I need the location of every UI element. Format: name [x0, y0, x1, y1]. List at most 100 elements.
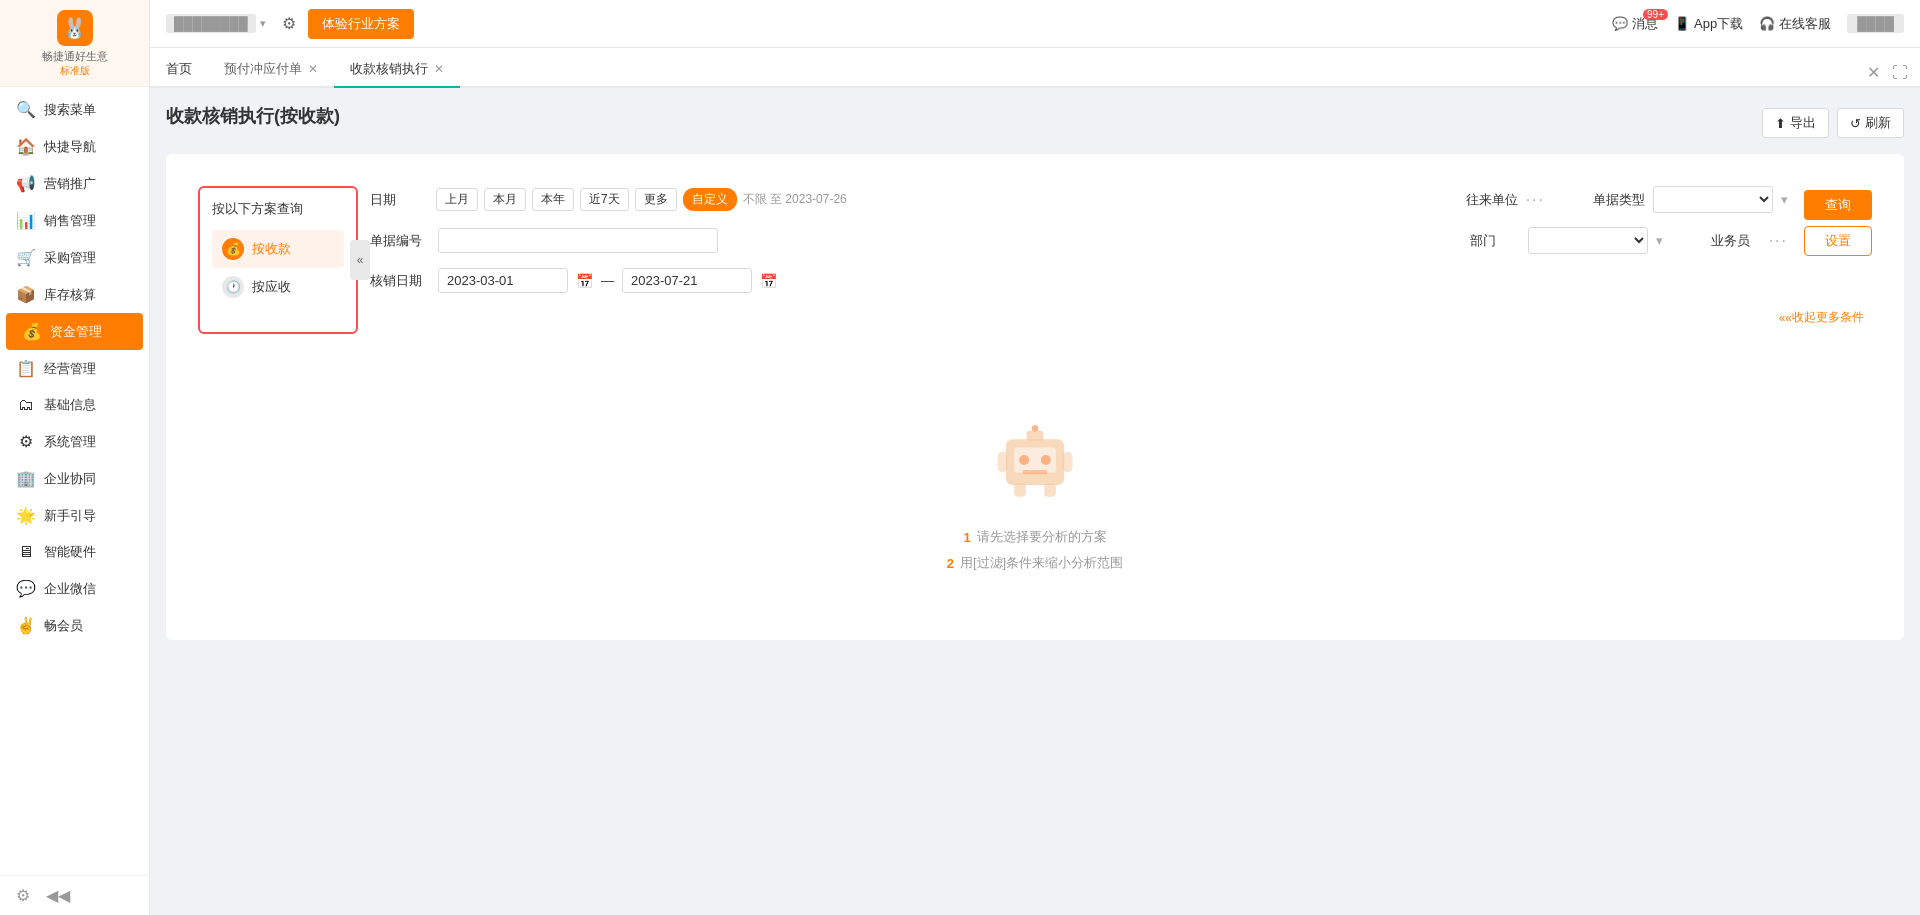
sidebar-item-label: 采购管理: [44, 249, 96, 267]
sidebar-item-wechat[interactable]: 💬 企业微信: [0, 570, 149, 607]
svg-point-6: [1032, 425, 1039, 432]
sidebar-menu: 🔍 搜索菜单 🏠 快捷导航 📢 营销推广 📊 销售管理 🛒 采购管理 📦 库存核…: [0, 87, 149, 875]
sidebar-item-finance[interactable]: 💰 资金管理: [6, 313, 143, 350]
service-label: 在线客服: [1779, 15, 1831, 33]
employee-picker-button[interactable]: ···: [1769, 232, 1788, 250]
sidebar-item-label: 智能硬件: [44, 543, 96, 561]
filter-collapse-button[interactable]: «: [350, 240, 370, 280]
sidebar: 🐰 畅捷通好生意 标准版 🔍 搜索菜单 🏠 快捷导航 📢 营销推广 📊 销售管理…: [0, 0, 150, 915]
collapse-icon: «: [357, 253, 364, 267]
dept-label: 部门: [1470, 232, 1520, 250]
tab-expand-icon[interactable]: ⛶: [1888, 60, 1912, 86]
partner-picker-button[interactable]: ···: [1526, 191, 1545, 209]
date-custom[interactable]: 自定义: [683, 188, 737, 211]
business-icon: 📋: [16, 359, 36, 378]
sidebar-item-member[interactable]: ✌ 畅会员: [0, 607, 149, 644]
date-more[interactable]: 更多: [635, 188, 677, 211]
calendar-end-icon[interactable]: 📅: [760, 273, 777, 289]
system-icon: ⚙: [16, 432, 36, 451]
message-button[interactable]: 💬 消息 99+: [1612, 15, 1658, 33]
sidebar-item-inventory[interactable]: 📦 库存核算: [0, 276, 149, 313]
app-download-button[interactable]: 📱 App下载: [1674, 15, 1743, 33]
sidebar-item-guide[interactable]: 🌟 新手引导: [0, 497, 149, 534]
svg-point-2: [1019, 455, 1029, 465]
dept-select[interactable]: [1528, 227, 1648, 254]
quick-nav-icon: 🏠: [16, 137, 36, 156]
guide-icon: 🌟: [16, 506, 36, 525]
verify-date-range: 📅 — 📅: [438, 268, 777, 293]
sidebar-item-hardware[interactable]: 🖥 智能硬件: [0, 534, 149, 570]
empty-state: 1 请先选择要分析的方案 2 用[过滤]条件来缩小分析范围: [182, 350, 1888, 632]
date-last-month[interactable]: 上月: [436, 188, 478, 211]
tab-prepay-label: 预付冲应付单: [224, 60, 302, 78]
sidebar-collapse-button[interactable]: ◀◀: [46, 886, 70, 905]
tab-home-label: 首页: [166, 60, 192, 78]
filter-by-receivable[interactable]: 🕐 按应收: [212, 268, 344, 306]
sidebar-item-business[interactable]: 📋 经营管理: [0, 350, 149, 387]
sidebar-item-search-menu[interactable]: 🔍 搜索菜单: [0, 91, 149, 128]
tab-prepay[interactable]: 预付冲应付单 ✕: [208, 52, 334, 88]
company-selector[interactable]: ████████ ▾: [166, 14, 266, 33]
export-icon: ⬆: [1775, 116, 1786, 131]
company-chevron-icon: ▾: [260, 17, 266, 30]
filter-by-receipt[interactable]: 💰 按收款: [212, 230, 344, 268]
inventory-icon: 📦: [16, 285, 36, 304]
tab-bar: 首页 预付冲应付单 ✕ 收款核销执行 ✕ ✕ ⛶: [150, 48, 1920, 88]
date-label: 日期: [370, 191, 420, 209]
verify-date-start-input[interactable]: [438, 268, 568, 293]
date-range-separator: —: [601, 273, 614, 288]
service-button[interactable]: 🎧 在线客服: [1759, 15, 1831, 33]
date-last-7[interactable]: 近7天: [580, 188, 629, 211]
sidebar-item-purchase[interactable]: 🛒 采购管理: [0, 239, 149, 276]
sidebar-item-enterprise[interactable]: 🏢 企业协同: [0, 460, 149, 497]
date-this-month[interactable]: 本月: [484, 188, 526, 211]
topbar: ████████ ▾ ⚙ 体验行业方案 💬 消息 99+ 📱 App下载 🎧 在…: [150, 0, 1920, 48]
search-menu-icon: 🔍: [16, 100, 36, 119]
topbar-gear-icon[interactable]: ⚙: [282, 14, 296, 33]
hardware-icon: 🖥: [16, 543, 36, 561]
date-this-year[interactable]: 本年: [532, 188, 574, 211]
tab-receipt-cancel-close-icon[interactable]: ✕: [434, 62, 444, 76]
doc-type-label: 单据类型: [1593, 191, 1645, 209]
collapse-more-button[interactable]: «« 收起更多条件: [370, 301, 1872, 334]
svg-rect-8: [1063, 452, 1073, 473]
filter-settings-button[interactable]: 设置: [1804, 226, 1872, 256]
sidebar-item-marketing[interactable]: 📢 营销推广: [0, 165, 149, 202]
company-name: ████████: [166, 14, 256, 33]
refresh-button[interactable]: ↺ 刷新: [1837, 108, 1904, 138]
doc-no-input[interactable]: [438, 228, 718, 253]
filter-panel-title: 按以下方案查询: [212, 200, 344, 218]
tab-receipt-cancel[interactable]: 收款核销执行 ✕: [334, 52, 460, 88]
query-button[interactable]: 查询: [1804, 190, 1872, 220]
tab-prepay-close-icon[interactable]: ✕: [308, 62, 318, 76]
solution-button[interactable]: 体验行业方案: [308, 9, 414, 39]
user-avatar[interactable]: ████: [1847, 14, 1904, 33]
tab-home[interactable]: 首页: [150, 52, 208, 88]
empty-illustration: [985, 410, 1085, 510]
service-icon: 🎧: [1759, 16, 1775, 31]
svg-rect-9: [1014, 483, 1026, 496]
sidebar-settings-button[interactable]: ⚙: [16, 886, 30, 905]
export-button[interactable]: ⬆ 导出: [1762, 108, 1829, 138]
calendar-start-icon[interactable]: 📅: [576, 273, 593, 289]
app-label: App下载: [1694, 15, 1743, 33]
app-logo-icon: 🐰: [57, 10, 93, 46]
empty-hint-1: 1 请先选择要分析的方案: [963, 528, 1106, 546]
sidebar-item-label: 搜索菜单: [44, 101, 96, 119]
empty-num-2: 2: [947, 556, 954, 571]
employee-label: 业务员: [1711, 232, 1761, 250]
sidebar-item-sales[interactable]: 📊 销售管理: [0, 202, 149, 239]
verify-date-end-input[interactable]: [622, 268, 752, 293]
by-receipt-icon: 💰: [222, 238, 244, 260]
svg-point-3: [1041, 455, 1051, 465]
message-badge: 99+: [1643, 9, 1668, 20]
filter-right-panel: 日期 上月 本月 本年 近7天 更多 自定义 不限 至 2023-07-26: [370, 186, 1872, 334]
filter-left-panel: 按以下方案查询 💰 按收款 🕐 按应收 «: [198, 186, 358, 334]
tab-close-all-icon[interactable]: ✕: [1863, 59, 1884, 86]
sidebar-item-quick-nav[interactable]: 🏠 快捷导航: [0, 128, 149, 165]
doc-type-select[interactable]: [1653, 186, 1773, 213]
date-quick-btns: 上月 本月 本年 近7天 更多 自定义 不限 至 2023-07-26: [436, 188, 847, 211]
sidebar-item-basic[interactable]: 🗂 基础信息: [0, 387, 149, 423]
wechat-icon: 💬: [16, 579, 36, 598]
sidebar-item-system[interactable]: ⚙ 系统管理: [0, 423, 149, 460]
